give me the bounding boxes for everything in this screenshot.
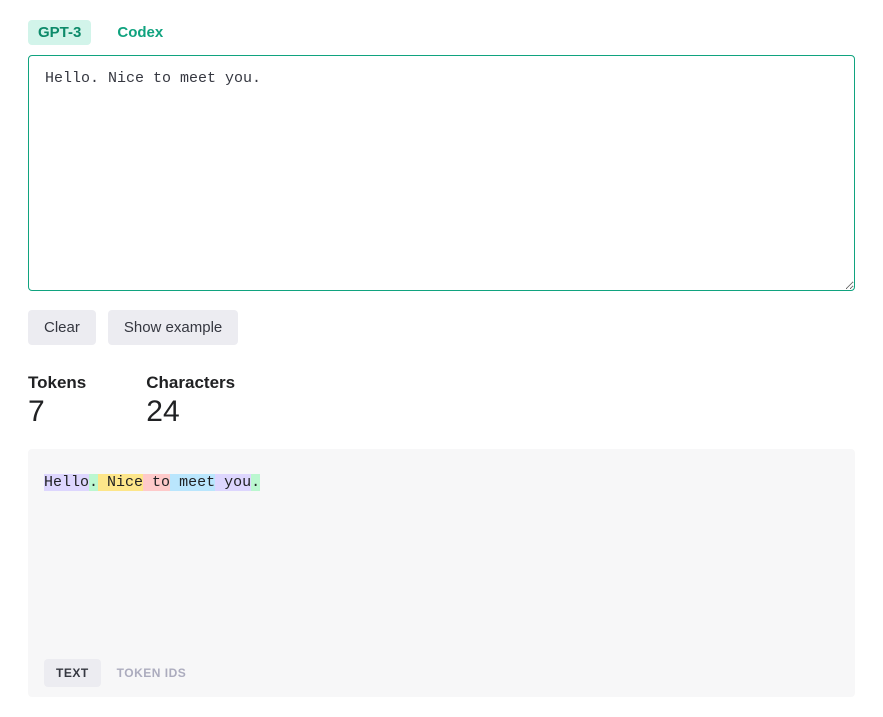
token-display: Hello. Nice to meet you. [44, 471, 839, 495]
characters-stat: Characters 24 [146, 373, 235, 429]
token-span: Hello [44, 474, 89, 491]
token-span: . [89, 474, 98, 491]
view-mode-tabs: TEXT TOKEN IDS [44, 659, 839, 687]
token-visualization-panel: Hello. Nice to meet you. TEXT TOKEN IDS [28, 449, 855, 697]
tokens-stat: Tokens 7 [28, 373, 86, 429]
token-span: you [215, 474, 251, 491]
view-tab-text[interactable]: TEXT [44, 659, 101, 687]
tokens-value: 7 [28, 395, 86, 429]
tokenizer-input[interactable] [28, 55, 855, 291]
token-span: . [251, 474, 260, 491]
model-tabs: GPT-3 Codex [28, 20, 855, 45]
view-tab-token-ids[interactable]: TOKEN IDS [105, 659, 199, 687]
characters-value: 24 [146, 395, 235, 429]
tokens-label: Tokens [28, 373, 86, 393]
stats-row: Tokens 7 Characters 24 [28, 373, 855, 429]
clear-button[interactable]: Clear [28, 310, 96, 345]
token-span: Nice [98, 474, 143, 491]
tab-codex[interactable]: Codex [107, 20, 173, 45]
token-span: meet [170, 474, 215, 491]
characters-label: Characters [146, 373, 235, 393]
token-span: to [143, 474, 170, 491]
button-row: Clear Show example [28, 310, 855, 345]
show-example-button[interactable]: Show example [108, 310, 238, 345]
tab-gpt3[interactable]: GPT-3 [28, 20, 91, 45]
